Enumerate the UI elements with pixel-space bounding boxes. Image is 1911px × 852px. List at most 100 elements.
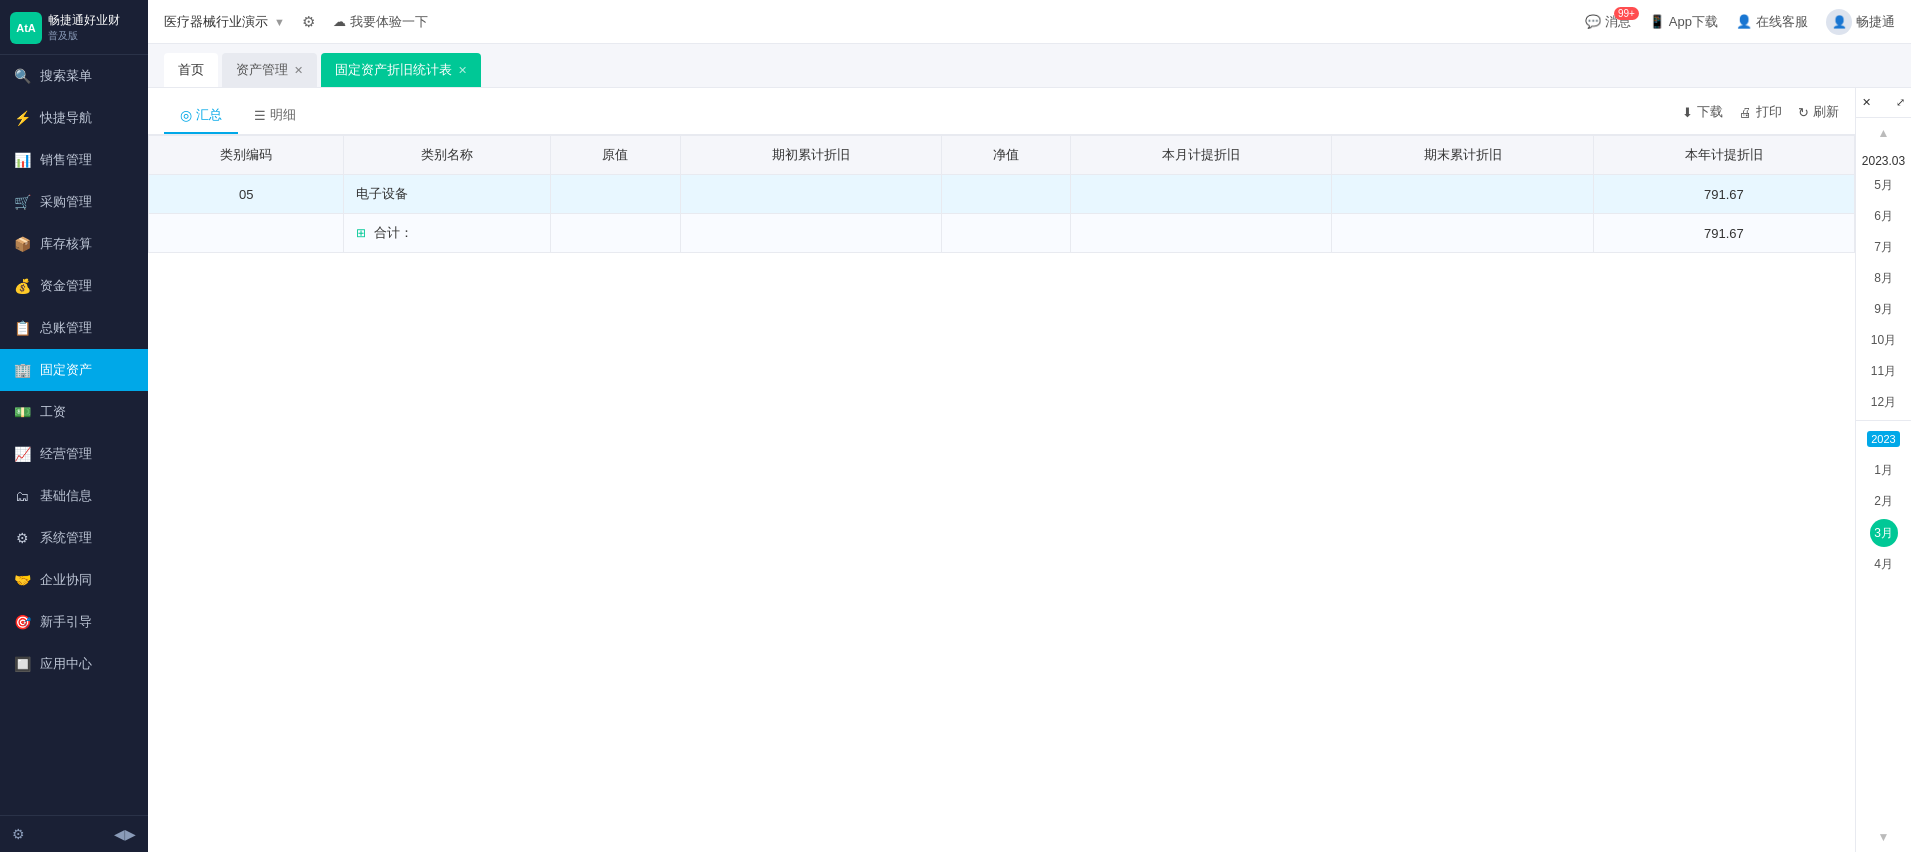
sidebar-label-sysmanage: 系统管理 [40, 529, 92, 547]
sidebar-item-cooperation[interactable]: 🤝 企业协同 [0, 559, 148, 601]
sidebar-collapse-icon[interactable]: ◀▶ [114, 826, 136, 842]
print-label: 打印 [1756, 103, 1782, 121]
month-item-7[interactable]: 7月 [1856, 232, 1911, 263]
sidebar-item-quicknav[interactable]: ⚡ 快捷导航 [0, 97, 148, 139]
guide-icon: 🎯 [12, 612, 32, 632]
user-menu-button[interactable]: 👤 畅捷通 [1826, 9, 1895, 35]
download-label: 下载 [1697, 103, 1723, 121]
user-avatar: 👤 [1826, 9, 1852, 35]
purchase-icon: 🛒 [12, 192, 32, 212]
logo-icon: AtA [10, 12, 42, 44]
tab-asset-manage[interactable]: 资产管理 ✕ [222, 53, 317, 87]
year-label-top: 2023.03 [1856, 148, 1911, 170]
tab-home[interactable]: 首页 [164, 53, 218, 87]
ledger-icon: 📋 [12, 318, 32, 338]
month-list: 5月 6月 7月 8月 9月 10月 11月 12月 2023 1月 2月 3月… [1856, 170, 1911, 822]
sidebar-item-ledger[interactable]: 📋 总账管理 [0, 307, 148, 349]
month-item-8[interactable]: 8月 [1856, 263, 1911, 294]
panel-down-arrow[interactable]: ▼ [1856, 826, 1911, 848]
month-item-5[interactable]: 5月 [1856, 170, 1911, 201]
tab-asset-close-icon[interactable]: ✕ [294, 64, 303, 77]
sidebar-item-guide[interactable]: 🎯 新手引导 [0, 601, 148, 643]
month-item-1[interactable]: 1月 [1856, 455, 1911, 486]
month-item-11[interactable]: 11月 [1856, 356, 1911, 387]
appdownload-icon: 📱 [1649, 14, 1665, 29]
company-selector[interactable]: 医疗器械行业演示 ▼ [164, 13, 285, 31]
month-item-6[interactable]: 6月 [1856, 201, 1911, 232]
month-item-10[interactable]: 10月 [1856, 325, 1911, 356]
total-period-end [1332, 214, 1593, 253]
month-item-3-active[interactable]: 3月 [1870, 519, 1898, 547]
service-icon: 👤 [1736, 14, 1752, 29]
col-period-end-depreciation: 期末累计折旧 [1332, 136, 1593, 175]
app-download-label: App下载 [1669, 13, 1718, 31]
panel-expand-icon[interactable]: ⤢ [1896, 96, 1905, 109]
sub-tabs-bar: ◎ 汇总 ☰ 明细 ⬇ 下载 🖨 打印 [148, 88, 1855, 135]
cell-category-code: 05 [149, 175, 344, 214]
sidebar-settings-icon[interactable]: ⚙ [12, 826, 25, 842]
month-item-9[interactable]: 9月 [1856, 294, 1911, 325]
sidebar-item-bizmanage[interactable]: 📈 经营管理 [0, 433, 148, 475]
total-net [941, 214, 1070, 253]
tab-depreciation-close-icon[interactable]: ✕ [458, 64, 467, 77]
sidebar-item-sales[interactable]: 📊 销售管理 [0, 139, 148, 181]
sub-tab-detail[interactable]: ☰ 明细 [238, 98, 312, 134]
summary-circle-icon: ◎ [180, 107, 192, 123]
sales-icon: 📊 [12, 150, 32, 170]
sidebar-label-fixedasset: 固定资产 [40, 361, 92, 379]
cell-category-name: 电子设备 [344, 175, 551, 214]
depreciation-table: 类别编码 类别名称 原值 期初累计折旧 净值 本月计提折旧 期末累计折旧 本年计… [148, 135, 1855, 253]
basicinfo-icon: 🗂 [12, 486, 32, 506]
sub-tab-detail-label: 明细 [270, 106, 296, 124]
month-item-4[interactable]: 4月 [1856, 549, 1911, 580]
topbar-settings-button[interactable]: ⚙ [295, 8, 323, 36]
panel-up-arrow[interactable]: ▲ [1856, 122, 1911, 144]
tab-depreciation[interactable]: 固定资产折旧统计表 ✕ [321, 53, 481, 87]
online-service-label: 在线客服 [1756, 13, 1808, 31]
month-item-12[interactable]: 12月 [1856, 387, 1911, 418]
search-icon: 🔍 [12, 66, 32, 86]
download-button[interactable]: ⬇ 下载 [1682, 103, 1723, 121]
appcenter-icon: 🔲 [12, 654, 32, 674]
sidebar-item-appcenter[interactable]: 🔲 应用中心 [0, 643, 148, 685]
sub-tab-summary[interactable]: ◎ 汇总 [164, 98, 238, 134]
topbar-right: 💬 消息 99+ 📱 App下载 👤 在线客服 👤 畅捷通 [1585, 9, 1895, 35]
total-label-text: 合计： [374, 225, 413, 240]
sidebar-item-basicinfo[interactable]: 🗂 基础信息 [0, 475, 148, 517]
total-monthly [1071, 214, 1332, 253]
logo-text-block: 畅捷通好业财 普及版 [48, 13, 120, 43]
sidebar-item-sysmanage[interactable]: ⚙ 系统管理 [0, 517, 148, 559]
sidebar-item-fixedasset[interactable]: 🏢 固定资产 [0, 349, 148, 391]
experience-label: 我要体验一下 [350, 13, 428, 31]
refresh-icon: ↻ [1798, 105, 1809, 120]
total-accum [680, 214, 941, 253]
tab-depreciation-label: 固定资产折旧统计表 [335, 61, 452, 79]
col-annual-depreciation: 本年计提折旧 [1593, 136, 1854, 175]
company-name: 医疗器械行业演示 [164, 13, 268, 31]
logo-subtitle: 普及版 [48, 29, 120, 43]
col-category-code: 类别编码 [149, 136, 344, 175]
sidebar-item-search[interactable]: 🔍 搜索菜单 [0, 55, 148, 97]
sidebar: AtA 畅捷通好业财 普及版 🔍 搜索菜单 ⚡ 快捷导航 📊 销售管理 🛒 采购… [0, 0, 148, 852]
sidebar-label-cooperation: 企业协同 [40, 571, 92, 589]
col-original-value: 原值 [551, 136, 680, 175]
topbar: 医疗器械行业演示 ▼ ⚙ ☁ 我要体验一下 💬 消息 99+ 📱 App下载 👤… [148, 0, 1911, 44]
sidebar-label-sales: 销售管理 [40, 151, 92, 169]
print-button[interactable]: 🖨 打印 [1739, 103, 1782, 121]
sidebar-bottom: ⚙ ◀▶ [0, 815, 148, 852]
panel-close-icon[interactable]: ✕ [1862, 96, 1871, 109]
message-button[interactable]: 💬 消息 99+ [1585, 13, 1631, 31]
sidebar-item-inventory[interactable]: 📦 库存核算 [0, 223, 148, 265]
online-service-button[interactable]: 👤 在线客服 [1736, 13, 1808, 31]
month-item-2[interactable]: 2月 [1856, 486, 1911, 517]
experience-button[interactable]: ☁ 我要体验一下 [333, 13, 428, 31]
table-row: 05 电子设备 791.67 [149, 175, 1855, 214]
col-accum-depreciation: 期初累计折旧 [680, 136, 941, 175]
sidebar-item-purchase[interactable]: 🛒 采购管理 [0, 181, 148, 223]
sidebar-item-finance[interactable]: 💰 资金管理 [0, 265, 148, 307]
col-net-value: 净值 [941, 136, 1070, 175]
app-download-button[interactable]: 📱 App下载 [1649, 13, 1718, 31]
refresh-button[interactable]: ↻ 刷新 [1798, 103, 1839, 121]
sidebar-item-salary[interactable]: 💵 工资 [0, 391, 148, 433]
download-icon: ⬇ [1682, 105, 1693, 120]
